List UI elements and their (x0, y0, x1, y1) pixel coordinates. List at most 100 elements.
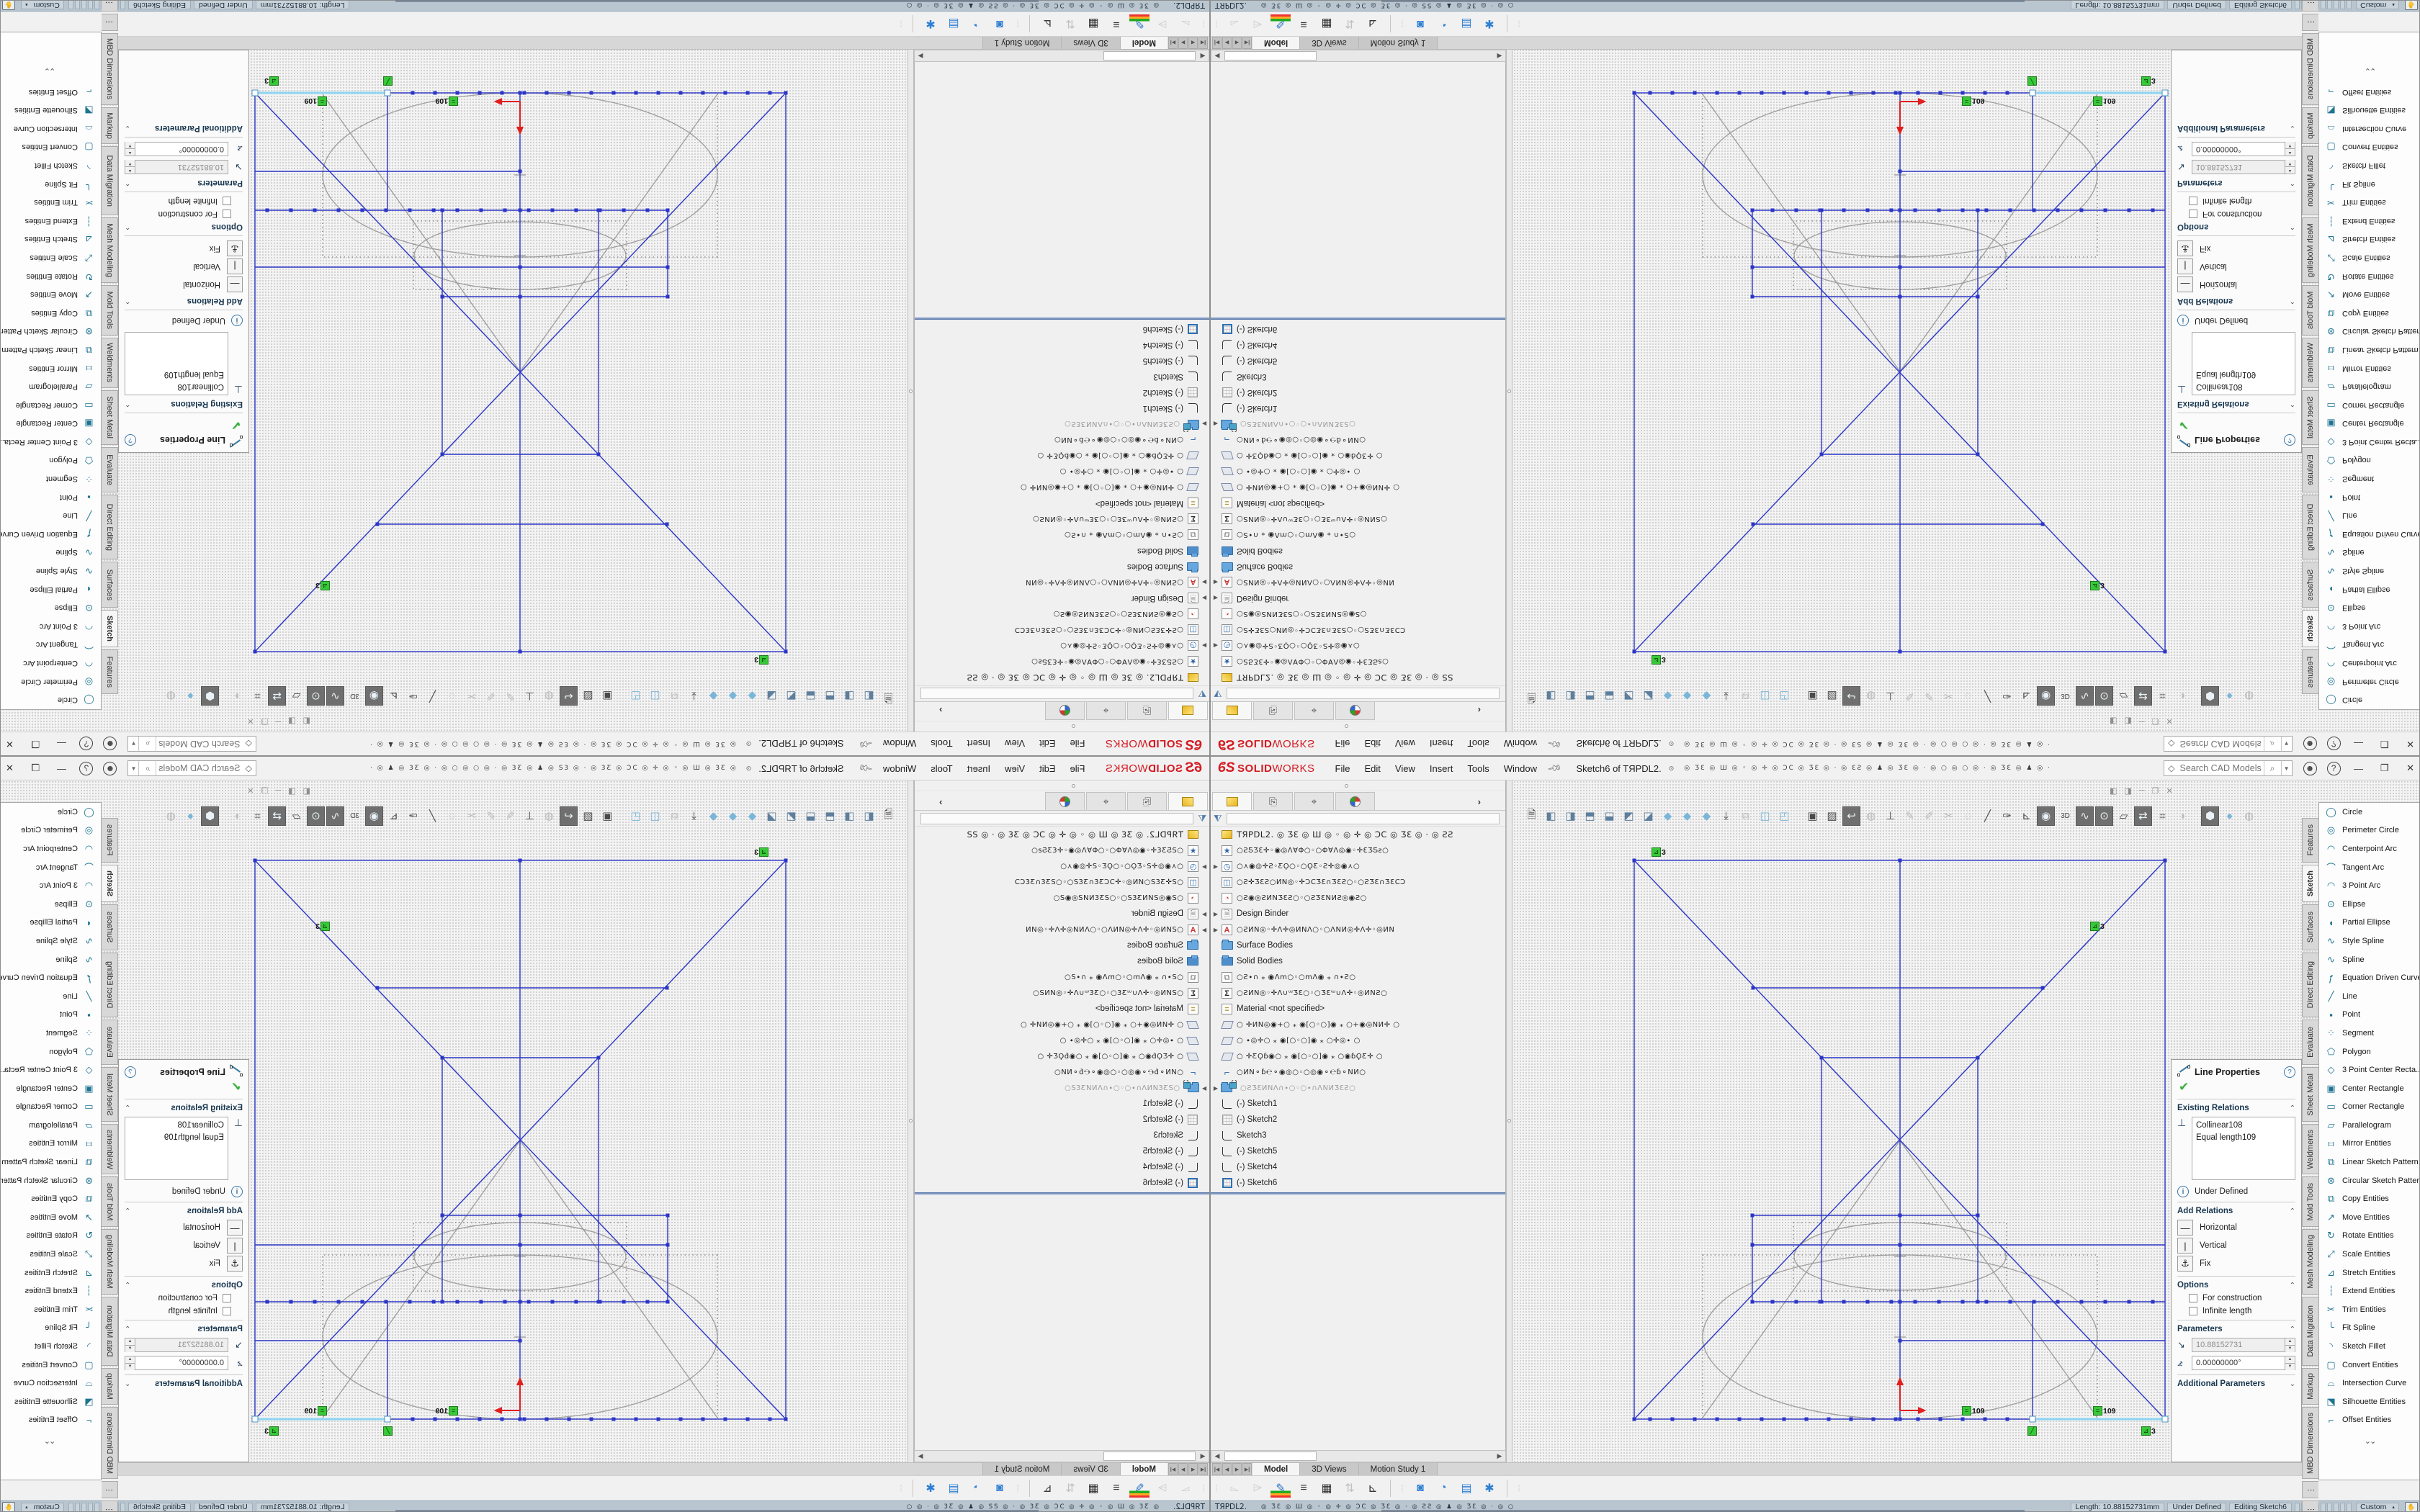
sketch-tool-fit-spline[interactable]: ╰Fit Spline (0, 1319, 101, 1338)
tangent-edge-icon[interactable]: ✋ (2, 1502, 15, 1512)
sketch-tool-segment[interactable]: ⁘Segment (0, 1024, 101, 1043)
filter-input[interactable] (1227, 688, 1500, 700)
section-additional-parameters[interactable]: Additional Parameters⌄ (125, 1380, 243, 1388)
tree-row[interactable]: ▶◷○⋏◉◎✛Ƨ◦ƸϘ○◦○ϘƸ◦Ƨ✛◎◉⋏○ (1211, 638, 1505, 654)
relation-badge[interactable]: ⊿3 (754, 655, 768, 665)
bottom-toolbar-icon[interactable]: ⊾ (1363, 1479, 1383, 1498)
sketch-tool-mirror-entities[interactable]: ⧦Mirror Entities (0, 1135, 101, 1153)
tangent-edge-icon[interactable]: ✋ (2, 0, 15, 10)
command-tab-weldments[interactable]: Weldments (2302, 338, 2318, 388)
sketch-tool-line[interactable]: ╱Line (0, 987, 101, 1006)
add-relation-fix-button[interactable]: ⚓ (2177, 240, 2193, 256)
scroll-left-icon[interactable]: ◀ (1197, 1452, 1209, 1460)
tree-row[interactable]: ▶◷○⋏◉◎✛Ƨ◦ƸϘ○◦○ϘƸ◦Ƨ✛◎◉⋏○ (915, 638, 1209, 654)
bottom-toolbar-icon[interactable]: ≡ (1294, 14, 1314, 33)
tab-nav-buttons[interactable]: |◀◀▶▶| (1168, 37, 1208, 49)
expand-arrow-icon[interactable]: ▶ (1199, 643, 1209, 649)
menu-file[interactable]: File (1328, 760, 1358, 777)
relation-item[interactable]: Collinear108 (2196, 1120, 2291, 1132)
tangent-edge-icon[interactable]: ✋ (2405, 1502, 2418, 1512)
model-tab-3d-views[interactable]: 3D Views (1061, 1463, 1119, 1475)
sketch-tool-centerpoint-arc[interactable]: ◠Centerpoint Arc (2319, 654, 2420, 672)
tab-propertymanager[interactable]: ⎘ (1253, 792, 1293, 810)
tree-row[interactable]: ○ ✛ИΝ◎◉+○ ⁎ ◉[○◦○]◉ ⁎ ○+◉◎ΝИ✛ ○ (1211, 480, 1505, 495)
command-tab-features[interactable]: Features (2302, 649, 2318, 694)
bottom-toolbar-icon[interactable]: ≡ (1294, 1479, 1314, 1498)
add-relation-fix-button[interactable]: ⚓ (227, 1256, 243, 1272)
tree-row[interactable]: ▶🗎Design Binder (1211, 590, 1505, 606)
tree-row[interactable]: Σ○ƧИΝ◎◦✛Λ∪ᵚƷƐ○◦○ƷƐᵚ∪Λ✛◦◎ИΝƧ○ (1211, 985, 1505, 1001)
bottom-toolbar-icon[interactable]: ▤ (944, 14, 964, 33)
sketch-tool-style-spline[interactable]: ∿Style Spline (2319, 932, 2420, 950)
menu-file[interactable]: File (1063, 736, 1093, 752)
tab-configurationmanager[interactable]: ⌖ (1294, 702, 1334, 720)
sketch-tool-stretch-entities[interactable]: ⊿Stretch Entities (0, 230, 101, 249)
sketch-tool-partial-ellipse[interactable]: ◖Partial Ellipse (0, 914, 101, 932)
scroll-thumb[interactable] (1103, 51, 1196, 60)
section-existing-relations[interactable]: Existing Relations⌃ (125, 400, 243, 408)
bottom-toolbar-icon[interactable]: ◙ (1410, 14, 1430, 33)
tree-row[interactable]: Sketch3 (915, 1128, 1209, 1143)
sketch-tool-move-entities[interactable]: ↗Move Entities (0, 285, 101, 304)
sketch-tool-ellipse[interactable]: ⊙Ellipse (2319, 895, 2420, 914)
sketch-tool-equation-driven-curve[interactable]: ƒEquation Driven Curve (2319, 968, 2420, 987)
tree-row[interactable]: Σ○ƧИΝ◎◦✛Λ∪ᵚƷƐ○◦○ƷƐᵚ∪Λ✛◦◎ИΝƧ○ (915, 511, 1209, 527)
help-icon[interactable]: ? (79, 762, 93, 775)
tab-nav-buttons[interactable]: |◀◀▶▶| (1212, 37, 1252, 49)
tree-row[interactable]: (-) Sketch6 (915, 321, 1209, 337)
sketch-tool-silhouette-entities[interactable]: ⬔Silhouette Entities (0, 1392, 101, 1411)
relation-badge[interactable]: ╱ (382, 76, 393, 86)
sketch-tool-style-spline[interactable]: ∿Style Spline (0, 562, 101, 580)
restore-button[interactable]: ❐ (26, 762, 45, 774)
tree-row[interactable]: ◫○Ƨ✛ƷƐƧ○ИΝ◎◦✛ϽϹƷƐ∩ƷƐƧ○◦○ƧƷƐ∩ƷƐϹϽ (1211, 874, 1505, 890)
tree-row[interactable]: (-) Sketch5 (1211, 1143, 1505, 1159)
tree-row[interactable]: (-) Sketch1 (1211, 400, 1505, 416)
sketch-tool-stretch-entities[interactable]: ⊿Stretch Entities (0, 1264, 101, 1282)
model-tab-motion-study-1[interactable]: Motion Study 1 (982, 1463, 1062, 1475)
menu-more-icon[interactable]: ⌄⌄ (0, 1436, 101, 1446)
bottom-toolbar-icon[interactable]: ⇅ (1060, 14, 1080, 33)
tree-row[interactable]: ○ ∙◎✛○ ⁎ ◉[○◦○]◉ ⁎ ○✛◎∙ ○ (1211, 464, 1505, 480)
angle-input[interactable]: 0.00000000° (135, 1356, 228, 1370)
model-tab-motion-study-1[interactable]: Motion Study 1 (982, 37, 1062, 49)
scroll-right-icon[interactable]: ▶ (915, 1452, 926, 1460)
angle-spinner[interactable]: ▲▼ (125, 142, 135, 156)
menu-view[interactable]: View (1388, 760, 1422, 777)
filter-input[interactable] (920, 813, 1193, 824)
expand-arrow-icon[interactable]: ▶ (1211, 580, 1221, 586)
sketch-tool-center-rectangle[interactable]: ▣Center Rectangle (2319, 1079, 2420, 1098)
relation-badge[interactable]: ⊿3 (315, 581, 330, 590)
sketch-tool-sketch-fillet[interactable]: ◝Sketch Fillet (0, 1337, 101, 1356)
help-icon[interactable]: ? (2327, 762, 2341, 775)
command-tab-mesh-modeling[interactable]: Mesh Modeling (2302, 1229, 2318, 1295)
command-tab-evaluate[interactable]: Evaluate (2302, 1020, 2318, 1065)
tab-nav-buttons[interactable]: |◀◀▶▶| (1168, 1463, 1208, 1475)
featuremanager-panel[interactable]: ⎘ ⌖ › ⧨ TЯPDL2. ◎ ƷƐ ◎ Ш ◎ ◦ ◎ ✛ ◎ ϽϹ ◎ … (1211, 62, 1506, 732)
section-add-relations[interactable]: Add Relations⌃ (125, 297, 243, 305)
sketch-tool-ellipse[interactable]: ⊙Ellipse (2319, 598, 2420, 617)
bottom-toolbar-icon[interactable]: ✱ (920, 14, 941, 33)
angle-input[interactable]: 0.00000000° (2192, 1356, 2285, 1370)
command-tab-data-migration[interactable]: Data Migration (2302, 146, 2318, 215)
tree-row[interactable]: Solid Bodies (915, 543, 1209, 559)
sketch-tool-sketch-fillet[interactable]: ◝Sketch Fillet (0, 156, 101, 175)
sketch-tool-line[interactable]: ╱Line (2319, 506, 2420, 525)
tree-row[interactable]: ○ ✛ƸϘɓ◉○ ⁎ ◉[○◦○]◉ ⁎ ○◉ɓϘƸ✛ ○ (915, 1048, 1209, 1064)
sketch-tool-partial-ellipse[interactable]: ◖Partial Ellipse (2319, 914, 2420, 932)
bottom-toolbar-icon[interactable]: ◔ (967, 1479, 987, 1498)
command-tab-sheet-metal[interactable]: Sheet Metal (102, 390, 118, 445)
featuremanager-tabs[interactable]: ⎘ ⌖ › (1211, 791, 1505, 811)
sketch-tool-copy-entities[interactable]: ⧉Copy Entities (2319, 1189, 2420, 1208)
account-icon[interactable]: ☻ (103, 737, 117, 751)
search-box[interactable]: ◇ ⌕ ▼ (2164, 760, 2292, 776)
tree-filter-row[interactable]: ⧨ (1211, 811, 1505, 827)
sketch-tool-3-point-center-recta-[interactable]: ◇3 Point Center Recta... (2319, 1061, 2420, 1079)
sketch-tool-partial-ellipse[interactable]: ◖Partial Ellipse (0, 580, 101, 599)
sketch-tool-center-rectangle[interactable]: ▣Center Rectangle (0, 1079, 101, 1098)
sketch-tool-corner-rectangle[interactable]: ▭Corner Rectangle (2319, 1098, 2420, 1117)
sketch-tool-circle[interactable]: ◯Circle (0, 690, 101, 709)
sketch-tool-silhouette-entities[interactable]: ⬔Silhouette Entities (2319, 101, 2420, 120)
relation-item[interactable]: Equal length109 (129, 1132, 224, 1144)
bottom-toolbar-icon[interactable]: ⊾ (1037, 1479, 1057, 1498)
sketch-tool-corner-rectangle[interactable]: ▭Corner Rectangle (0, 396, 101, 415)
